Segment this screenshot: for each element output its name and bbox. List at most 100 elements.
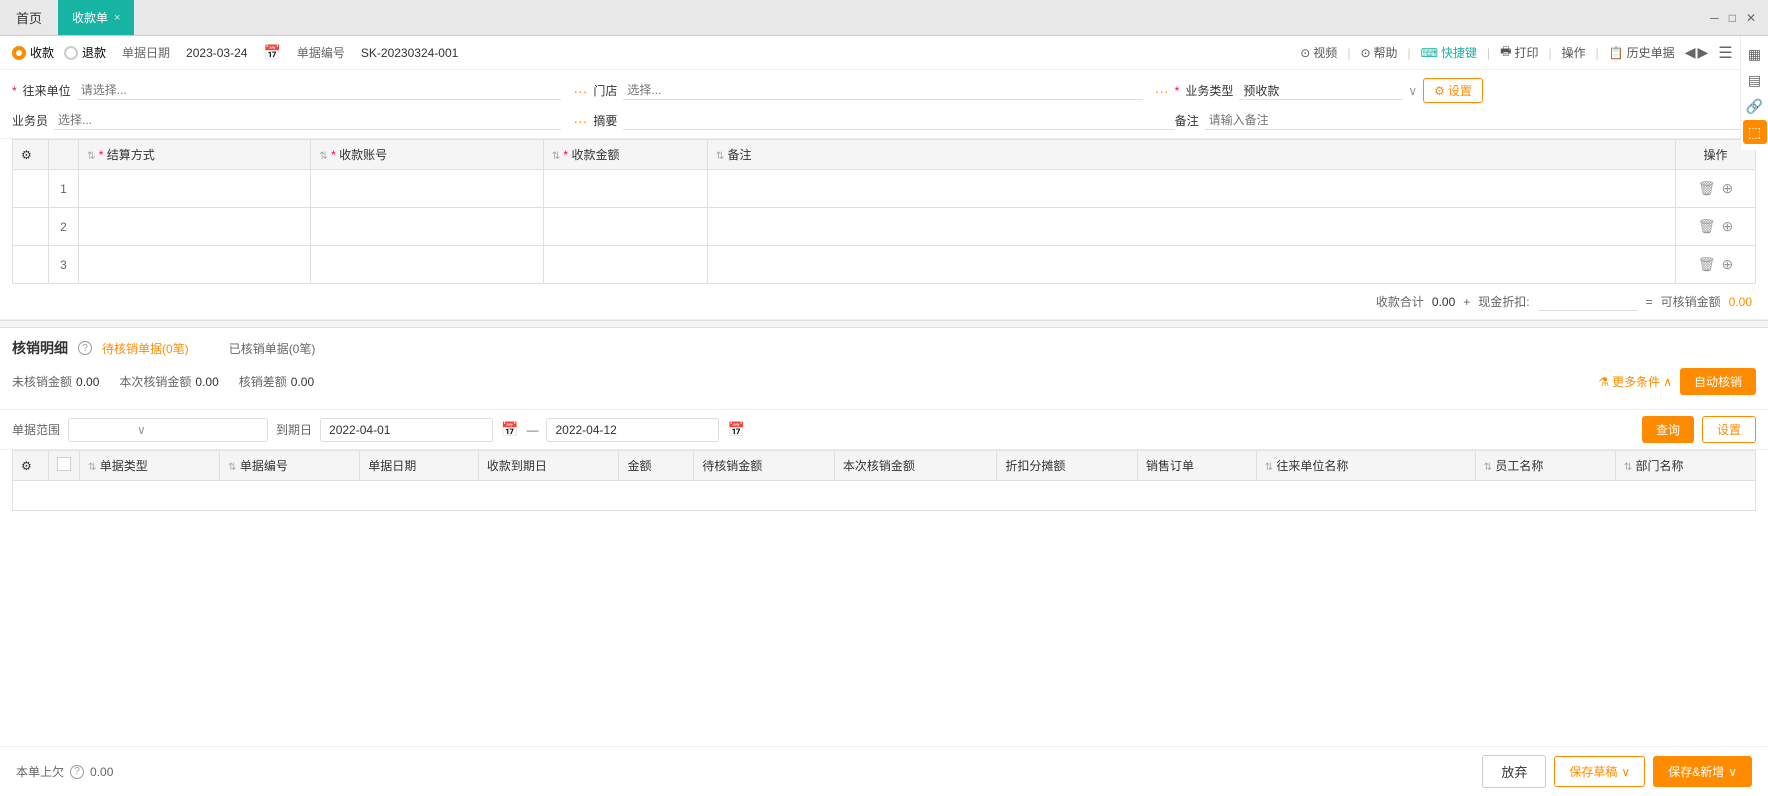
sidebar-icon-1[interactable]: ▦ [1743, 42, 1767, 66]
unchecked-label: 未核销金额 [12, 373, 72, 390]
tab-home[interactable]: 首页 [0, 0, 58, 35]
row-payment-1[interactable] [79, 170, 311, 208]
video-label: 视频 [1313, 44, 1337, 61]
sort-icon-d: ⇅ [1624, 462, 1632, 473]
delete-icon-3[interactable]: 🗑 [1698, 256, 1716, 273]
query-btn[interactable]: 查询 [1642, 416, 1694, 443]
range-select[interactable]: ∨ [68, 418, 268, 442]
table-header-row: ⚙ ⇅ * 结算方式 ⇅ * 收款账号 ⇅ * 收款 [13, 140, 1756, 170]
row-amount-3[interactable] [543, 246, 707, 284]
auto-verify-btn[interactable]: 自动核销 [1680, 368, 1756, 395]
discount-input[interactable] [1538, 292, 1638, 311]
row-amount-1[interactable] [543, 170, 707, 208]
row-actions-2: 🗑 ⊕ [1676, 208, 1756, 246]
more-conditions-btn[interactable]: ⚗ 更多条件 ∧ [1598, 373, 1672, 390]
bottom-col-checkbox [49, 451, 80, 481]
note-input[interactable] [1205, 111, 1756, 130]
col-settings[interactable]: ⚙ [13, 140, 49, 170]
range-settings-btn[interactable]: 设置 [1702, 416, 1756, 443]
staff-more-btn[interactable]: ··· [567, 113, 593, 129]
prev-arrow[interactable]: ◀ [1685, 44, 1696, 61]
sidebar-icon-4[interactable]: ⬚ [1743, 120, 1767, 144]
tab-active-label: 收款单 [72, 9, 108, 26]
sort-icon-bn: ⇅ [228, 462, 236, 473]
current-stat: 本次核销金额 0.00 [119, 373, 218, 390]
history-btn[interactable]: 📋 历史单据 [1609, 44, 1675, 61]
partner-more-btn[interactable]: ··· [567, 83, 593, 99]
video-btn[interactable]: ⊙ 视频 [1300, 44, 1337, 61]
row-account-1[interactable] [311, 170, 543, 208]
business-type-label: 业务类型 [1185, 82, 1233, 99]
partner-input[interactable] [77, 81, 562, 100]
row-account-2[interactable] [311, 208, 543, 246]
summary-label: 摘要 [593, 112, 617, 129]
nav-arrows: ◀ ▶ [1685, 44, 1709, 61]
divider1: | [1347, 46, 1350, 60]
equals-sign: = [1646, 295, 1653, 309]
save-draft-btn[interactable]: 保存草稿 ∨ [1554, 756, 1645, 787]
row-note-2[interactable] [707, 208, 1675, 246]
print-label: 打印 [1514, 44, 1538, 61]
help-btn[interactable]: ⊙ 帮助 [1360, 44, 1397, 61]
row-account-3[interactable] [311, 246, 543, 284]
business-type-arrow[interactable]: ∨ [1408, 84, 1417, 98]
business-type-input[interactable] [1239, 81, 1402, 100]
copy-icon-2[interactable]: ⊕ [1722, 218, 1734, 235]
shortcut-btn[interactable]: ⌨ 快捷键 [1421, 44, 1477, 61]
radio-refund[interactable]: 退款 [64, 44, 106, 61]
business-type-settings-btn[interactable]: ⚙ 设置 [1423, 78, 1483, 103]
row-payment-2[interactable] [79, 208, 311, 246]
staff-input[interactable] [54, 111, 561, 130]
range-label: 单据范围 [12, 421, 60, 438]
calendar-from-icon[interactable]: 📅 [501, 421, 518, 438]
sidebar-icon-2[interactable]: ▤ [1743, 68, 1767, 92]
row-payment-3[interactable] [79, 246, 311, 284]
close-icon[interactable]: ✕ [1746, 11, 1756, 25]
row-amount-2[interactable] [543, 208, 707, 246]
copy-icon-1[interactable]: ⊕ [1722, 180, 1734, 197]
info-icon[interactable]: ? [78, 341, 92, 355]
delete-icon-2[interactable]: 🗑 [1698, 218, 1716, 235]
store-input[interactable] [623, 81, 1142, 100]
info-icon-footer[interactable]: ? [70, 765, 84, 779]
print-btn[interactable]: 🖶 打印 [1500, 42, 1538, 63]
tab-active[interactable]: 收款单 × [58, 0, 134, 35]
pending-tab-link[interactable]: 待核销单据(0笔) [102, 340, 189, 357]
summary-field: 摘要 [593, 111, 1174, 130]
row-note-3[interactable] [707, 246, 1675, 284]
save-draft-arrow: ∨ [1621, 765, 1630, 779]
total-value: 0.00 [1432, 295, 1455, 309]
bottom-col-settings[interactable]: ⚙ [13, 451, 49, 481]
next-arrow[interactable]: ▶ [1697, 44, 1708, 61]
toolbar: 收款 退款 单据日期 2023-03-24 📅 单据编号 SK-20230324… [0, 36, 1768, 70]
settings-label: 设置 [1448, 82, 1472, 99]
row-note-1[interactable] [707, 170, 1675, 208]
list-view-icon[interactable]: ☰ [1718, 43, 1732, 63]
sort-icon-3: ⇅ [552, 151, 560, 162]
bottom-table-area: ⚙ ⇅ 单据类型 ⇅ 单据编号 单据日期 收款到期日 金额 待核销 [0, 450, 1768, 746]
radio-receive[interactable]: 收款 [12, 44, 54, 61]
verification-header: 核销明细 ? 待核销单据(0笔) 已核销单据(0笔) [12, 338, 1756, 358]
maximize-icon[interactable]: □ [1729, 11, 1736, 25]
operation-btn[interactable]: 操作 [1562, 44, 1586, 61]
sidebar-icon-3[interactable]: 🔗 [1743, 94, 1767, 118]
col-payment-method: ⇅ * 结算方式 [79, 140, 311, 170]
delete-icon-1[interactable]: 🗑 [1698, 180, 1716, 197]
save-new-btn[interactable]: 保存&新增 ∨ [1653, 756, 1752, 787]
completed-tab-link[interactable]: 已核销单据(0笔) [229, 340, 316, 357]
unchecked-stat: 未核销金额 0.00 [12, 373, 99, 390]
minimize-icon[interactable]: ─ [1710, 11, 1719, 25]
bill-date-label: 单据日期 [122, 44, 170, 61]
calendar-icon[interactable]: 📅 [263, 44, 280, 61]
calendar-to-icon[interactable]: 📅 [727, 421, 744, 438]
form-area: * 往来单位 ··· 门店 ··· * 业务类型 ∨ ⚙ 设置 [0, 70, 1768, 139]
row-num-2: 2 [49, 208, 79, 246]
date-to-input[interactable] [546, 418, 719, 442]
summary-input[interactable] [623, 111, 1174, 130]
date-from-input[interactable] [320, 418, 493, 442]
abandon-btn[interactable]: 放弃 [1482, 755, 1546, 788]
tab-close-icon[interactable]: × [114, 12, 120, 24]
select-all-checkbox[interactable] [57, 457, 71, 471]
copy-icon-3[interactable]: ⊕ [1722, 256, 1734, 273]
store-more-btn[interactable]: ··· [1149, 83, 1175, 99]
